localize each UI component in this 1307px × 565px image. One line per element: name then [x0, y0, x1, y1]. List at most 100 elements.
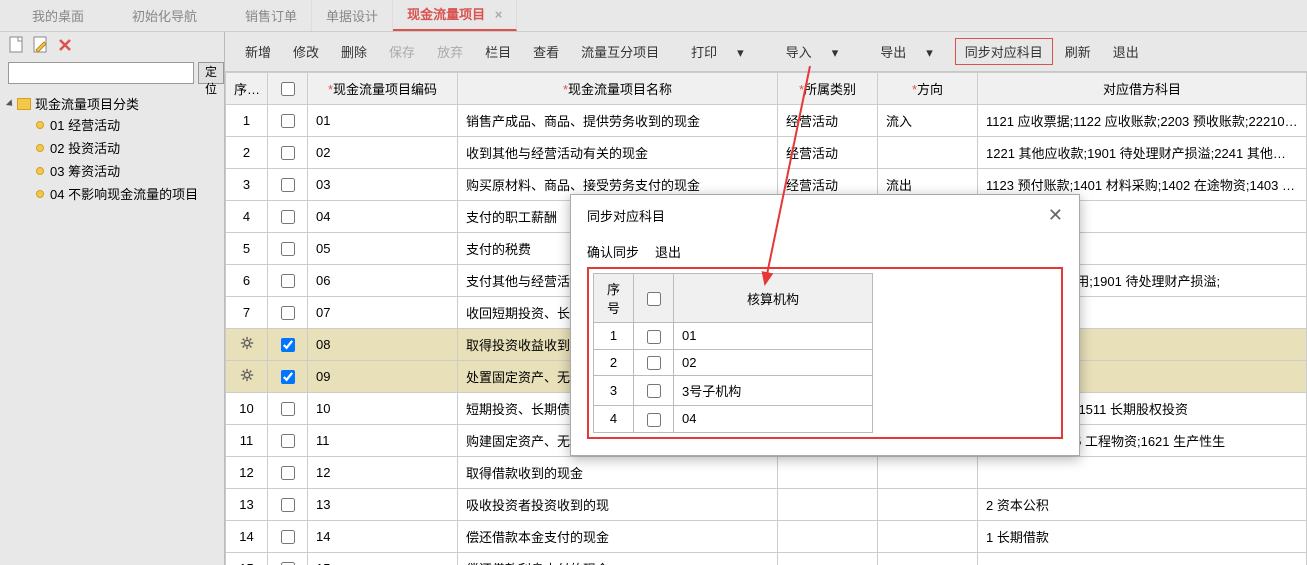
cell-debit — [978, 457, 1307, 489]
row-checkbox[interactable] — [281, 370, 295, 384]
sidebar-item[interactable]: 04 不影响现金流量的项目 — [36, 182, 216, 205]
tab-desktop[interactable]: 我的桌面 — [18, 0, 98, 31]
cell-check[interactable] — [268, 329, 308, 361]
find-button[interactable]: 查看 — [523, 38, 569, 65]
checkbox-all[interactable] — [647, 292, 661, 306]
col-name: *现金流量项目名称 — [458, 73, 778, 105]
table-row[interactable]: 202 — [594, 349, 873, 376]
cell-check[interactable] — [268, 521, 308, 553]
row-checkbox[interactable] — [281, 146, 295, 160]
cell-check[interactable] — [268, 457, 308, 489]
table-row[interactable]: 202收到其他与经营活动有关的现金经营活动1221 其他应收款;1901 待处理… — [226, 137, 1307, 169]
cell-check[interactable] — [268, 393, 308, 425]
cell-check[interactable] — [634, 349, 674, 376]
edit-button[interactable]: 修改 — [283, 38, 329, 65]
cell-check[interactable] — [634, 323, 674, 350]
cell-check[interactable] — [268, 169, 308, 201]
cell-check[interactable] — [268, 137, 308, 169]
table-row[interactable]: 101 — [594, 323, 873, 350]
confirm-sync-button[interactable]: 确认同步 — [587, 242, 639, 261]
import-button[interactable]: 导入▾ — [766, 38, 859, 65]
cell-check[interactable] — [268, 553, 308, 565]
tree-root[interactable]: 现金流量项目分类 — [8, 94, 216, 113]
row-checkbox[interactable] — [281, 242, 295, 256]
sync-button[interactable]: 同步对应科目 — [955, 38, 1053, 65]
row-checkbox[interactable] — [281, 402, 295, 416]
row-checkbox[interactable] — [281, 466, 295, 480]
close-icon[interactable]: ✕ — [1048, 205, 1063, 226]
sidebar-item[interactable]: 01 经营活动 — [36, 113, 216, 136]
tab-init-nav[interactable]: 初始化导航 — [118, 0, 211, 31]
row-checkbox[interactable] — [281, 498, 295, 512]
row-checkbox[interactable] — [281, 434, 295, 448]
table-row[interactable]: 1414偿还借款本金支付的现金1 长期借款 — [226, 521, 1307, 553]
cell-seq — [226, 329, 268, 361]
exit-button[interactable]: 退出 — [1103, 38, 1149, 65]
delete-button[interactable]: 删除 — [331, 38, 377, 65]
row-checkbox[interactable] — [281, 114, 295, 128]
left-panel: 定位 现金流量项目分类 01 经营活动 02 投资活动 03 筹资活动04 不影响现… — [0, 32, 225, 565]
cell-check[interactable] — [268, 489, 308, 521]
tab-cashflow[interactable]: 现金流量项目 × — [393, 0, 517, 31]
print-label: 打印 — [681, 41, 727, 64]
close-icon[interactable]: × — [495, 7, 503, 22]
cell-check[interactable] — [268, 425, 308, 457]
sidebar-item-label: 02 投资活动 — [50, 138, 120, 157]
row-checkbox[interactable] — [647, 356, 661, 370]
save-button: 保存 — [379, 38, 425, 65]
left-icons — [0, 32, 224, 58]
table-row[interactable]: 404 — [594, 406, 873, 433]
cell-seq: 1 — [594, 323, 634, 350]
row-checkbox[interactable] — [281, 530, 295, 544]
add-button[interactable]: 新增 — [235, 38, 281, 65]
row-checkbox[interactable] — [281, 210, 295, 224]
new-doc-icon[interactable] — [8, 36, 26, 54]
row-checkbox[interactable] — [281, 178, 295, 192]
row-checkbox[interactable] — [647, 384, 661, 398]
table-row[interactable]: 1313吸收投资者投资收到的现2 资本公积 — [226, 489, 1307, 521]
cell-direction: 流入 — [878, 105, 978, 137]
cell-name: 收到其他与经营活动有关的现金 — [458, 137, 778, 169]
sidebar-item[interactable]: 02 投资活动 — [36, 136, 216, 159]
cell-seq: 3 — [594, 376, 634, 406]
table-row[interactable]: 101销售产成品、商品、提供劳务收到的现金经营活动流入1121 应收票据;112… — [226, 105, 1307, 137]
cell-check[interactable] — [268, 201, 308, 233]
dcol-check[interactable] — [634, 274, 674, 323]
dialog-exit-button[interactable]: 退出 — [655, 242, 681, 261]
row-checkbox[interactable] — [647, 413, 661, 427]
checkbox-all[interactable] — [281, 82, 295, 96]
col-check[interactable] — [268, 73, 308, 105]
table-row[interactable]: 1515偿还借款利息支付的现金 — [226, 553, 1307, 565]
tab-sales-order[interactable]: 销售订单 — [231, 0, 312, 31]
edit-icon[interactable] — [32, 36, 50, 54]
cell-code: 12 — [308, 457, 458, 489]
cell-check[interactable] — [634, 406, 674, 433]
cell-check[interactable] — [268, 105, 308, 137]
columns-button[interactable]: 栏目 — [475, 38, 521, 65]
cell-check[interactable] — [634, 376, 674, 406]
row-checkbox[interactable] — [281, 338, 295, 352]
cell-name: 吸收投资者投资收到的现 — [458, 489, 778, 521]
cell-seq: 7 — [226, 297, 268, 329]
tab-doc-design[interactable]: 单据设计 — [312, 0, 393, 31]
cell-code: 14 — [308, 521, 458, 553]
locate-button[interactable]: 定位 — [198, 62, 224, 84]
sidebar-search-input[interactable] — [8, 62, 194, 84]
cell-name: 偿还借款本金支付的现金 — [458, 521, 778, 553]
table-row[interactable]: 1212取得借款收到的现金 — [226, 457, 1307, 489]
cell-check[interactable] — [268, 265, 308, 297]
table-row[interactable]: 33号子机构 — [594, 376, 873, 406]
cell-check[interactable] — [268, 233, 308, 265]
export-button[interactable]: 导出▾ — [860, 38, 953, 65]
cell-check[interactable] — [268, 361, 308, 393]
cell-check[interactable] — [268, 297, 308, 329]
row-checkbox[interactable] — [647, 330, 661, 344]
refresh-button[interactable]: 刷新 — [1055, 38, 1101, 65]
gear-icon — [240, 370, 254, 385]
sidebar-item[interactable]: 03 筹资活动 — [36, 159, 216, 182]
delete-icon[interactable] — [56, 36, 74, 54]
print-button[interactable]: 打印▾ — [671, 38, 764, 65]
row-checkbox[interactable] — [281, 274, 295, 288]
row-checkbox[interactable] — [281, 306, 295, 320]
mutual-button[interactable]: 流量互分项目 — [571, 38, 669, 65]
